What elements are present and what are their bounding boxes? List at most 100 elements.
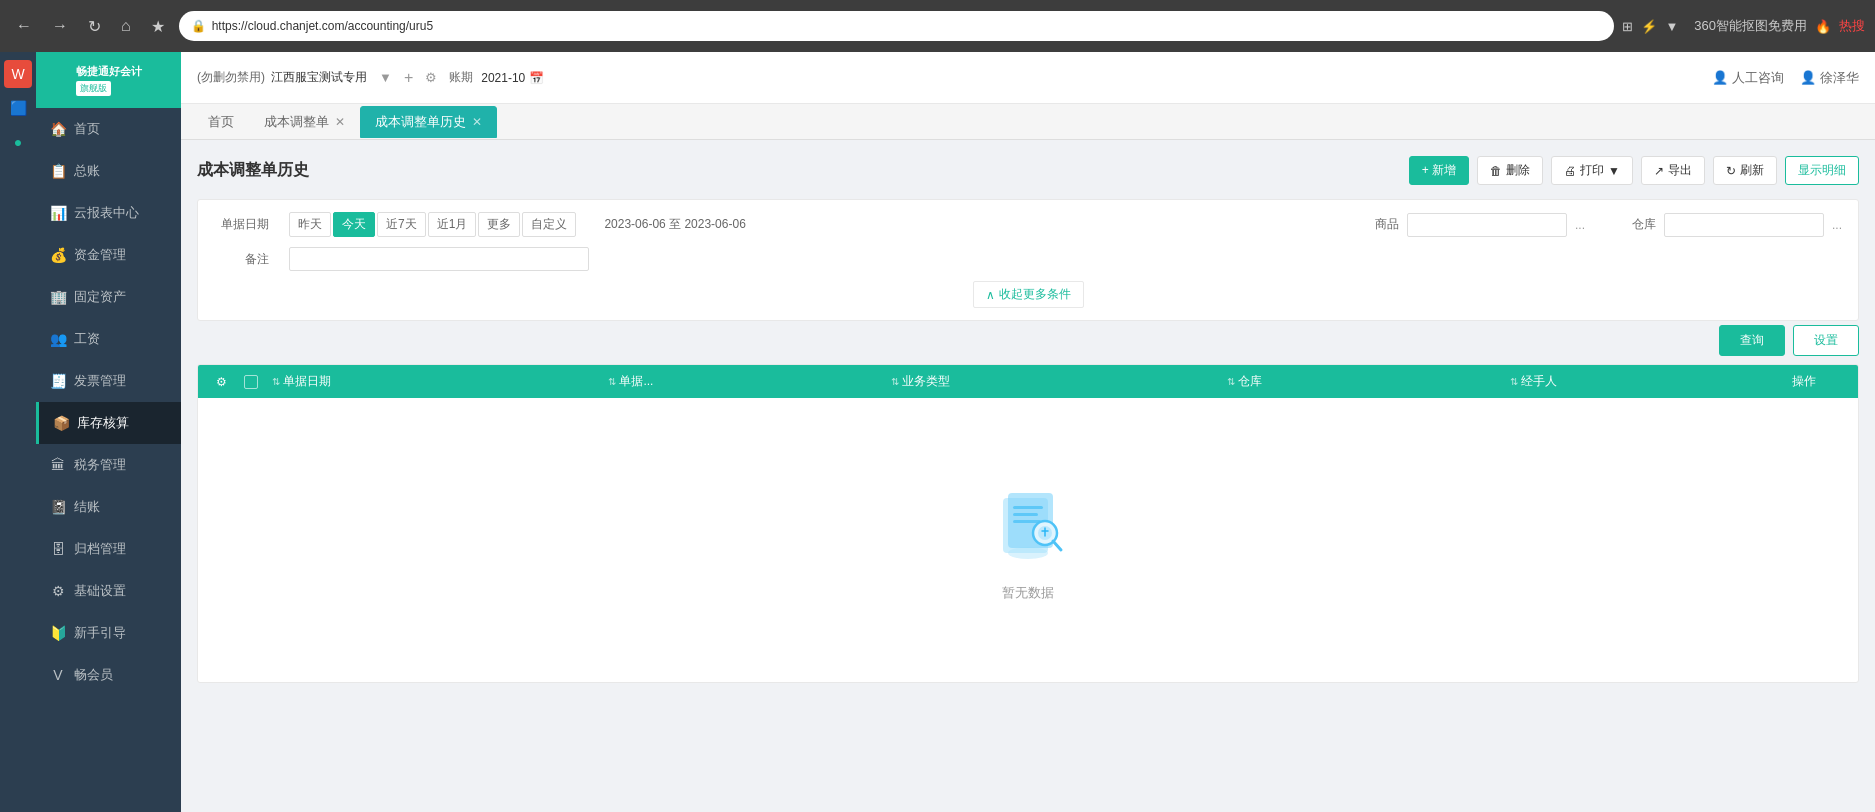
icon-bar-app3[interactable]: ● [4, 128, 32, 156]
col-warehouse[interactable]: ⇅ 仓库 [1221, 373, 1503, 390]
sidebar-item-guide[interactable]: 🔰新手引导 [36, 612, 181, 654]
col-handler[interactable]: ⇅ 经手人 [1504, 373, 1786, 390]
sidebar-label-payroll: 工资 [74, 330, 100, 348]
goods-more-icon[interactable]: ... [1575, 218, 1585, 232]
warehouse-input[interactable] [1664, 213, 1824, 237]
header-checkbox[interactable] [244, 375, 258, 389]
forward-button[interactable]: → [46, 13, 74, 39]
date-btn-更多[interactable]: 更多 [478, 212, 520, 237]
col-checkbox[interactable] [238, 375, 266, 389]
consult-btn[interactable]: 👤 人工咨询 [1712, 69, 1784, 87]
tab-close-cost-adjust-history[interactable]: ✕ [472, 115, 482, 129]
col-biztype[interactable]: ⇅ 业务类型 [885, 373, 1221, 390]
export-icon: ↗ [1654, 164, 1664, 178]
page-actions: + 新增 🗑 删除 🖨 打印 ▼ ↗ 导出 ↻ [1409, 156, 1859, 185]
sidebar-icon-settings: ⚙ [50, 583, 66, 599]
sidebar-icon-assets: 🏢 [50, 289, 66, 305]
sidebar-item-closing[interactable]: 📓结账 [36, 486, 181, 528]
sidebar-label-reports: 云报表中心 [74, 204, 139, 222]
page-title: 成本调整单历史 [197, 160, 309, 181]
settings-col-icon: ⚙ [216, 375, 227, 389]
sidebar-item-settings[interactable]: ⚙ 基础设置 [36, 570, 181, 612]
sidebar-icon-invoice: 🧾 [50, 373, 66, 389]
app-container: W 🟦 ● 畅捷通好会计 旗舰版 🏠首页📋总账📊云报表中心💰资金管理🏢固定资产👥… [0, 52, 1875, 812]
display-cols-button[interactable]: 显示明细 [1785, 156, 1859, 185]
remark-label: 备注 [214, 251, 269, 268]
sidebar-label-ledger: 总账 [74, 162, 100, 180]
setting-button[interactable]: 设置 [1793, 325, 1859, 356]
company-dropdown-icon[interactable]: ▼ [379, 70, 392, 85]
lightning-icon[interactable]: ⚡ [1641, 19, 1657, 34]
tab-close-cost-adjust[interactable]: ✕ [335, 115, 345, 129]
svg-line-8 [1053, 541, 1061, 550]
date-btn-昨天[interactable]: 昨天 [289, 212, 331, 237]
tab-home[interactable]: 首页 [193, 106, 249, 138]
table-header: ⚙ ⇅ 单据日期 ⇅ 单据... ⇅ 业务类型 [198, 365, 1858, 398]
icon-bar-app2[interactable]: 🟦 [4, 94, 32, 122]
goods-input[interactable] [1407, 213, 1567, 237]
warehouse-label: 仓库 [1601, 216, 1656, 233]
browser-actions: ⊞ ⚡ ▼ 360智能抠图免费用 🔥 热搜 [1622, 17, 1865, 35]
export-button[interactable]: ↗ 导出 [1641, 156, 1705, 185]
date-btn-近7天[interactable]: 近7天 [377, 212, 426, 237]
date-range: 2023-06-06 至 2023-06-06 [604, 216, 745, 233]
sidebar-item-inventory[interactable]: 📦库存核算 [36, 402, 181, 444]
svg-rect-5 [1013, 520, 1041, 523]
extensions-icon[interactable]: ⊞ [1622, 19, 1633, 34]
tab-label-cost-adjust: 成本调整单 [264, 113, 329, 131]
sidebar-item-ledger[interactable]: 📋 总账 [36, 150, 181, 192]
top-bar: (勿删勿禁用) 江西服宝测试专用 ▼ + ⚙ 账期 2021-10 📅 👤 人工… [181, 52, 1875, 104]
sidebar-icon-archive: 🗄 [50, 541, 66, 557]
sidebar-icon-ledger: 📋 [50, 163, 66, 179]
url-text: https://cloud.chanjet.com/accounting/uru… [212, 19, 1603, 33]
warehouse-more-icon[interactable]: ... [1832, 218, 1842, 232]
add-company-btn[interactable]: + [404, 69, 413, 87]
print-icon: 🖨 [1564, 164, 1576, 178]
hot-label: 热搜 [1839, 17, 1865, 35]
print-button[interactable]: 🖨 打印 ▼ [1551, 156, 1633, 185]
date-btn-自定义[interactable]: 自定义 [522, 212, 576, 237]
reload-button[interactable]: ↻ [82, 13, 107, 40]
sidebar-item-assets[interactable]: 🏢固定资产 [36, 276, 181, 318]
back-button[interactable]: ← [10, 13, 38, 39]
sidebar-label-tax: 税务管理 [74, 456, 126, 474]
sidebar-item-archive[interactable]: 🗄归档管理 [36, 528, 181, 570]
tab-cost-adjust-history[interactable]: 成本调整单历史✕ [360, 106, 497, 138]
col-number[interactable]: ⇅ 单据... [602, 373, 884, 390]
user-btn[interactable]: 👤 徐泽华 [1800, 69, 1859, 87]
company-name: 江西服宝测试专用 [271, 69, 367, 86]
star-button[interactable]: ★ [145, 13, 171, 40]
settings-icon-top[interactable]: ⚙ [425, 70, 437, 85]
collapse-button[interactable]: ∧ 收起更多条件 [973, 281, 1084, 308]
refresh-icon: ↻ [1726, 164, 1736, 178]
new-button[interactable]: + 新增 [1409, 156, 1469, 185]
sidebar-item-tax[interactable]: 🏛税务管理 [36, 444, 181, 486]
dropdown-icon[interactable]: ▼ [1665, 19, 1678, 34]
home-button[interactable]: ⌂ [115, 13, 137, 39]
calendar-icon[interactable]: 📅 [529, 71, 544, 85]
remark-input[interactable] [289, 247, 589, 271]
address-bar[interactable]: 🔒 https://cloud.chanjet.com/accounting/u… [179, 11, 1615, 41]
date-buttons: 昨天今天近7天近1月更多自定义 [289, 212, 576, 237]
query-button[interactable]: 查询 [1719, 325, 1785, 356]
sidebar-item-funds[interactable]: 💰资金管理 [36, 234, 181, 276]
sidebar-item-member[interactable]: V畅会员 [36, 654, 181, 696]
svg-rect-3 [1013, 506, 1043, 509]
delete-button[interactable]: 🗑 删除 [1477, 156, 1543, 185]
sidebar-item-reports[interactable]: 📊云报表中心 [36, 192, 181, 234]
col-date[interactable]: ⇅ 单据日期 [266, 373, 602, 390]
sidebar-item-invoice[interactable]: 🧾发票管理 [36, 360, 181, 402]
col-settings[interactable]: ⚙ [210, 375, 238, 389]
consult-icon: 👤 [1712, 70, 1728, 85]
tab-cost-adjust[interactable]: 成本调整单 ✕ [249, 106, 360, 138]
sidebar-item-home[interactable]: 🏠首页 [36, 108, 181, 150]
sort-biztype-icon: ⇅ [891, 376, 899, 387]
date-btn-近1月[interactable]: 近1月 [428, 212, 477, 237]
refresh-button[interactable]: ↻ 刷新 [1713, 156, 1777, 185]
sort-up-icon: ⇅ [272, 376, 280, 387]
icon-bar-weibo[interactable]: W [4, 60, 32, 88]
date-btn-今天[interactable]: 今天 [333, 212, 375, 237]
sidebar-label-settings: 基础设置 [74, 582, 126, 600]
sidebar-label-closing: 结账 [74, 498, 100, 516]
sidebar-item-payroll[interactable]: 👥工资 [36, 318, 181, 360]
